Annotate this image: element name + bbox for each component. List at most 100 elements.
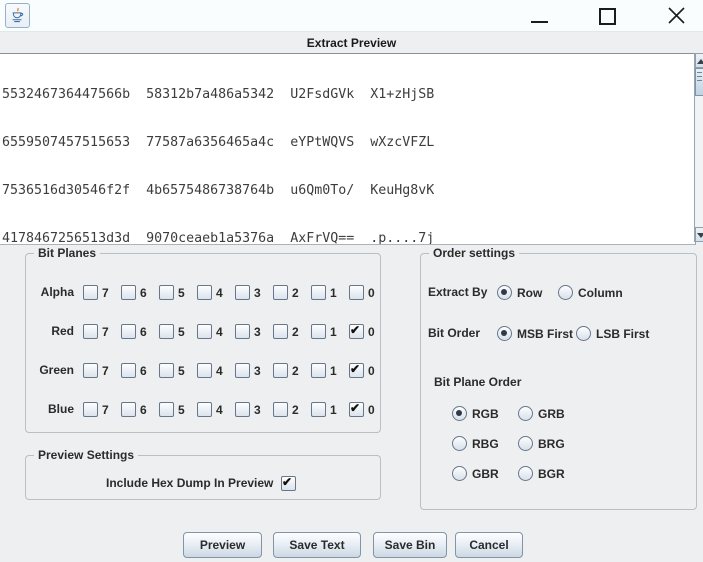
preview-button[interactable]: Preview — [183, 532, 262, 558]
cancel-button[interactable]: Cancel — [455, 532, 523, 558]
bitplane-row-label: Alpha — [40, 285, 74, 299]
checkbox-alpha-bit3[interactable]: 3 — [235, 284, 261, 302]
scroll-down-button[interactable] — [695, 227, 703, 242]
maximize-button[interactable] — [599, 8, 616, 25]
bit-planes-title: Bit Planes — [34, 246, 101, 260]
checkbox-blue-bit2[interactable]: 2 — [273, 401, 299, 419]
radio-selected-icon — [497, 326, 512, 342]
radio-bgr[interactable]: BGR — [518, 465, 565, 483]
checkbox-icon — [311, 402, 326, 418]
hex-dump-preview[interactable]: 553246736447566b 58312b7a486a5342 U2FsdG… — [0, 53, 696, 245]
checkbox-include-hex-dump[interactable]: ✔ — [281, 475, 296, 493]
preview-settings-title: Preview Settings — [34, 448, 139, 462]
radio-icon — [518, 406, 533, 422]
hex-line: 6559507457515653 77587a6356465a4c eYPtWQ… — [2, 135, 435, 150]
bit-order-label: Bit Order — [428, 326, 481, 340]
checkbox-icon — [235, 363, 250, 379]
checkbox-green-bit6[interactable]: 6 — [121, 362, 147, 380]
radio-rgb[interactable]: RGB — [452, 405, 499, 423]
radio-extract-by-row[interactable]: Row — [497, 284, 542, 302]
extract-by-row: Extract By Row Column — [421, 284, 696, 302]
checkbox-icon — [83, 324, 98, 340]
save-text-button[interactable]: Save Text — [273, 532, 361, 558]
radio-extract-by-column[interactable]: Column — [558, 284, 623, 302]
bitplane-row-label: Blue — [47, 402, 74, 416]
bit-plane-order-header: Bit Plane Order — [421, 374, 696, 390]
bit-plane-order-row-3: GBR BGR — [421, 465, 696, 483]
checkbox-alpha-bit6[interactable]: 6 — [121, 284, 147, 302]
checkbox-red-bit5[interactable]: 5 — [159, 323, 185, 341]
radio-msb-first[interactable]: MSB First — [497, 325, 573, 343]
bit-order-row: Bit Order MSB First LSB First — [421, 325, 696, 343]
check-icon: ✔ — [350, 401, 361, 416]
checkbox-icon — [311, 363, 326, 379]
checkbox-green-bit7[interactable]: 7 — [83, 362, 109, 380]
scroll-down-icon — [697, 233, 703, 238]
page-title: Extract Preview — [306, 36, 397, 50]
checkbox-alpha-bit4[interactable]: 4 — [197, 284, 223, 302]
checkbox-alpha-bit1[interactable]: 1 — [311, 284, 337, 302]
checkbox-checked-icon: ✔ — [349, 323, 364, 340]
checkbox-alpha-bit7[interactable]: 7 — [83, 284, 109, 302]
checkbox-blue-bit5[interactable]: 5 — [159, 401, 185, 419]
hex-line: 7536516d30546f2f 4b6575486738764b u6Qm0T… — [2, 183, 435, 198]
radio-grb[interactable]: GRB — [518, 405, 565, 423]
checkbox-green-bit4[interactable]: 4 — [197, 362, 223, 380]
bit-plane-order-row-1: RGB GRB — [421, 405, 696, 423]
checkbox-icon — [273, 402, 288, 418]
checkbox-icon — [121, 402, 136, 418]
checkbox-red-bit7[interactable]: 7 — [83, 323, 109, 341]
save-bin-button[interactable]: Save Bin — [373, 532, 447, 558]
radio-icon — [576, 326, 591, 342]
checkbox-checked-icon: ✔ — [349, 362, 364, 379]
radio-gbr[interactable]: GBR — [452, 465, 499, 483]
extract-by-label: Extract By — [428, 285, 488, 299]
checkbox-icon — [349, 285, 364, 301]
checkbox-alpha-bit5[interactable]: 5 — [159, 284, 185, 302]
checkbox-alpha-bit2[interactable]: 2 — [273, 284, 299, 302]
checkbox-red-bit6[interactable]: 6 — [121, 323, 147, 341]
checkbox-green-bit5[interactable]: 5 — [159, 362, 185, 380]
checkbox-red-bit1[interactable]: 1 — [311, 323, 337, 341]
checkbox-green-bit3[interactable]: 3 — [235, 362, 261, 380]
checkbox-red-bit4[interactable]: 4 — [197, 323, 223, 341]
include-hex-row: Include Hex Dump In Preview ✔ — [26, 475, 380, 493]
check-icon: ✔ — [350, 362, 361, 377]
close-x-icon — [668, 7, 685, 24]
checkbox-red-bit3[interactable]: 3 — [235, 323, 261, 341]
checkbox-blue-bit0[interactable]: ✔ 0 — [349, 401, 375, 419]
checkbox-alpha-bit0[interactable]: 0 — [349, 284, 375, 302]
checkbox-blue-bit1[interactable]: 1 — [311, 401, 337, 419]
checkbox-checked-icon: ✔ — [281, 475, 296, 492]
checkbox-red-bit2[interactable]: 2 — [273, 323, 299, 341]
radio-icon — [558, 285, 573, 301]
checkbox-blue-bit3[interactable]: 3 — [235, 401, 261, 419]
checkbox-blue-bit7[interactable]: 7 — [83, 401, 109, 419]
checkbox-blue-bit4[interactable]: 4 — [197, 401, 223, 419]
radio-icon — [452, 466, 467, 482]
radio-icon — [518, 466, 533, 482]
include-hex-label: Include Hex Dump In Preview — [106, 476, 274, 490]
scrollbar-thumb[interactable] — [695, 68, 703, 96]
radio-brg[interactable]: BRG — [518, 435, 565, 453]
vertical-scrollbar[interactable] — [694, 53, 703, 242]
scroll-up-icon — [697, 59, 703, 64]
checkbox-green-bit1[interactable]: 1 — [311, 362, 337, 380]
checkbox-icon — [197, 402, 212, 418]
checkbox-icon — [273, 363, 288, 379]
checkbox-green-bit0[interactable]: ✔ 0 — [349, 362, 375, 380]
bit-planes-panel: Bit Planes Alpha 7 6 5 4 3 2 1 0 Red 7 6… — [25, 246, 381, 433]
minimize-button[interactable] — [531, 21, 548, 23]
checkbox-green-bit2[interactable]: 2 — [273, 362, 299, 380]
check-icon: ✔ — [350, 323, 361, 338]
checkbox-icon — [121, 285, 136, 301]
checkbox-blue-bit6[interactable]: 6 — [121, 401, 147, 419]
scroll-up-button[interactable] — [695, 53, 703, 68]
checkbox-icon — [235, 285, 250, 301]
java-app-icon[interactable] — [5, 3, 30, 28]
radio-selected-icon — [497, 285, 512, 301]
checkbox-red-bit0[interactable]: ✔ 0 — [349, 323, 375, 341]
radio-rbg[interactable]: RBG — [452, 435, 499, 453]
radio-lsb-first[interactable]: LSB First — [576, 325, 649, 343]
close-button[interactable] — [666, 5, 687, 26]
